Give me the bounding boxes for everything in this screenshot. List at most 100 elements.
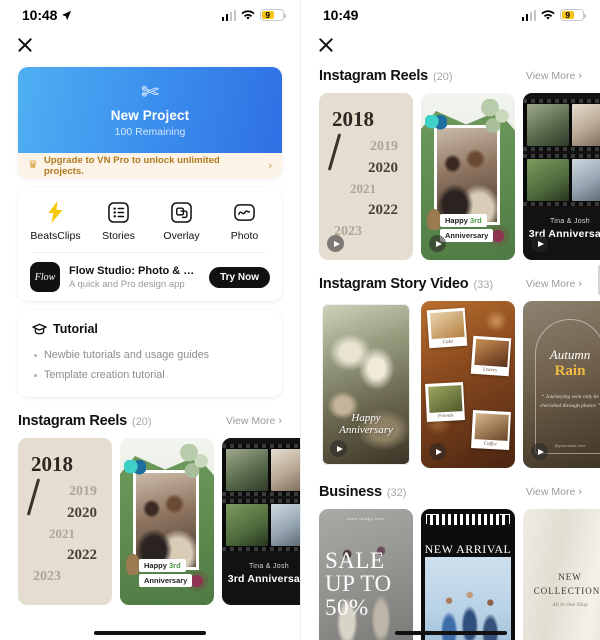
- filmstrip-row: [523, 99, 600, 151]
- year-label: 2018: [31, 452, 73, 476]
- section-title: Instagram Reels: [319, 68, 429, 84]
- section-count: (33): [473, 279, 494, 291]
- wifi-icon: [241, 9, 255, 20]
- close-icon[interactable]: [16, 36, 34, 54]
- view-more-label: View More: [525, 486, 576, 498]
- right-screen: 10:49 9 Instagram Reels (20) View More ›: [300, 0, 600, 640]
- view-more-button[interactable]: View More ›: [526, 70, 582, 82]
- collections-line-2: COLLECTIONS: [533, 585, 600, 596]
- section-count: (20): [433, 71, 453, 83]
- status-bar-time-group: 10:48: [22, 7, 72, 23]
- crown-icon: ♛: [28, 159, 38, 171]
- status-bar-indicators: 9: [221, 9, 287, 21]
- corner-bracket-decoration: [500, 514, 510, 524]
- play-icon[interactable]: [330, 440, 347, 457]
- template-thumbnail-years[interactable]: 2018 2019 2020 2021 2022 2023: [18, 438, 112, 605]
- chevron-right-icon: ›: [578, 278, 582, 290]
- flow-studio-subtitle: A quick and Pro design app: [69, 278, 185, 290]
- template-thumbnail-couple[interactable]: Happy 3rd Anniversary: [421, 93, 515, 260]
- play-icon[interactable]: [531, 235, 548, 252]
- template-thumbnail-new-collections[interactable]: NEW COLLECTIONS All In One Shop: [523, 509, 600, 640]
- thumbnail-row: www.vnapp.com SALE UP TO 50% NEW ARRIVAL…: [301, 500, 600, 640]
- section-header-instagram-reels: Instagram Reels (20) View More ›: [0, 413, 300, 429]
- template-thumbnail-sale[interactable]: www.vnapp.com SALE UP TO 50%: [319, 509, 413, 640]
- year-label: 2023: [33, 569, 61, 584]
- try-now-button[interactable]: Try Now: [209, 266, 270, 288]
- status-bar-time-group: 10:49: [323, 7, 358, 23]
- left-screen: 10:48 9 ✄ New Project 100 Remaining ♛ Up…: [0, 0, 300, 640]
- view-more-button[interactable]: View More ›: [526, 278, 582, 290]
- template-thumbnail-new-arrival[interactable]: NEW ARRIVAL: [421, 509, 515, 640]
- location-arrow-icon: [62, 10, 72, 20]
- flow-studio-promo[interactable]: Flow Flow Studio: Photo & Grap... A quic…: [18, 253, 282, 301]
- tools-card: BeatsClips Stories Overlay Photo Flow Fl…: [18, 188, 282, 301]
- upgrade-banner[interactable]: ♛ Upgrade to VN Pro to unlock unlimited …: [18, 153, 282, 178]
- wifi-icon: [541, 9, 555, 20]
- template-thumbnail-couple[interactable]: Happy 3rd Anniversary: [120, 438, 214, 605]
- status-bar-time: 10:48: [22, 7, 58, 23]
- title-line-2: Rain: [554, 363, 586, 379]
- template-thumbnail-autumn-collage[interactable]: Cake Leaves Friends Coffee: [421, 301, 515, 468]
- tool-stories[interactable]: Stories: [87, 200, 150, 242]
- flow-studio-text: Flow Studio: Photo & Grap... A quick and…: [69, 265, 200, 290]
- new-project-card: ✄ New Project 100 Remaining ♛ Upgrade to…: [18, 67, 282, 178]
- new-project-button[interactable]: ✄ New Project 100 Remaining: [18, 67, 282, 153]
- status-bar-indicators: 9: [521, 9, 587, 21]
- view-more-button[interactable]: View More ›: [226, 415, 282, 427]
- tool-label: BeatsClips: [30, 230, 81, 242]
- close-row: [0, 30, 300, 60]
- template-thumbnail-happy-anniversary[interactable]: Happy Anniversary: [319, 301, 413, 468]
- arrival-headline: NEW ARRIVAL: [424, 542, 512, 556]
- chevron-right-icon: ›: [578, 70, 582, 82]
- section-title: Instagram Story Video: [319, 276, 469, 292]
- template-thumbnail-filmstrip[interactable]: Tina & Josh 3rd Anniversary: [523, 93, 600, 260]
- script-caption: Happy Anniversary: [322, 412, 410, 437]
- status-bar: 10:48 9: [0, 0, 300, 30]
- year-label: 2021: [49, 526, 75, 541]
- sale-line-2: UP TO: [325, 571, 392, 597]
- tool-label: Overlay: [163, 230, 200, 242]
- close-icon[interactable]: [317, 36, 335, 54]
- tool-label: Stories: [102, 230, 135, 242]
- tutorial-item[interactable]: Template creation tutorial: [32, 365, 268, 385]
- tutorial-item-label: Newbie tutorials and usage guides: [44, 349, 210, 361]
- dual-screenshot-container: 10:48 9 ✄ New Project 100 Remaining ♛ Up…: [0, 0, 600, 640]
- tool-overlay[interactable]: Overlay: [150, 200, 213, 242]
- flow-studio-title: Flow Studio: Photo & Grap...: [69, 264, 200, 277]
- play-icon[interactable]: [327, 235, 344, 252]
- flow-logo-icon: Flow: [30, 262, 60, 292]
- upgrade-text: Upgrade to VN Pro to unlock unlimited pr…: [43, 154, 220, 177]
- filmstrip-row: [222, 444, 300, 496]
- lightning-bolt-icon: [47, 200, 64, 224]
- status-bar-time: 10:49: [323, 7, 359, 23]
- tutorial-item[interactable]: Newbie tutorials and usage guides: [32, 345, 268, 365]
- close-row: [301, 30, 600, 60]
- section-count: (20): [132, 416, 152, 428]
- list-icon: [108, 200, 129, 224]
- couple-photo: [133, 470, 199, 570]
- play-icon[interactable]: [429, 443, 446, 460]
- year-label: 2021: [350, 181, 376, 196]
- tutorial-header: Tutorial: [32, 322, 268, 336]
- filmstrip-row: [523, 154, 600, 206]
- play-icon[interactable]: [531, 443, 548, 460]
- play-icon[interactable]: [429, 235, 446, 252]
- sale-headline: SALE UP TO 50%: [325, 549, 407, 620]
- status-bar: 10:49 9: [301, 0, 600, 30]
- section-title: Instagram Reels: [18, 413, 128, 429]
- section-header-business: Business (32) View More ›: [301, 484, 600, 500]
- tool-beatsclips[interactable]: BeatsClips: [24, 200, 87, 242]
- thumbnail-row: 2018 2019 2020 2021 2022 2023 Happy 3rd …: [301, 84, 600, 260]
- template-thumbnail-autumn-rain[interactable]: Autumn Rain “ Journeying seen only be ch…: [523, 301, 600, 468]
- dashed-bar-decoration: [430, 514, 506, 525]
- title-line-1: Autumn: [549, 347, 591, 362]
- tool-photo[interactable]: Photo: [213, 200, 276, 242]
- view-more-button[interactable]: View More ›: [526, 486, 582, 498]
- view-more-label: View More: [525, 70, 576, 82]
- caption-title: 3rd Anniversary: [227, 573, 300, 585]
- template-thumbnail-years[interactable]: 2018 2019 2020 2021 2022 2023: [319, 93, 413, 260]
- bullet-icon: [34, 353, 37, 357]
- template-thumbnail-filmstrip[interactable]: Tina & Josh 3rd Anniversary: [222, 438, 300, 605]
- chevron-right-icon: ›: [578, 486, 582, 498]
- quote-text: “ Journeying seen only be cherished thro…: [539, 394, 600, 410]
